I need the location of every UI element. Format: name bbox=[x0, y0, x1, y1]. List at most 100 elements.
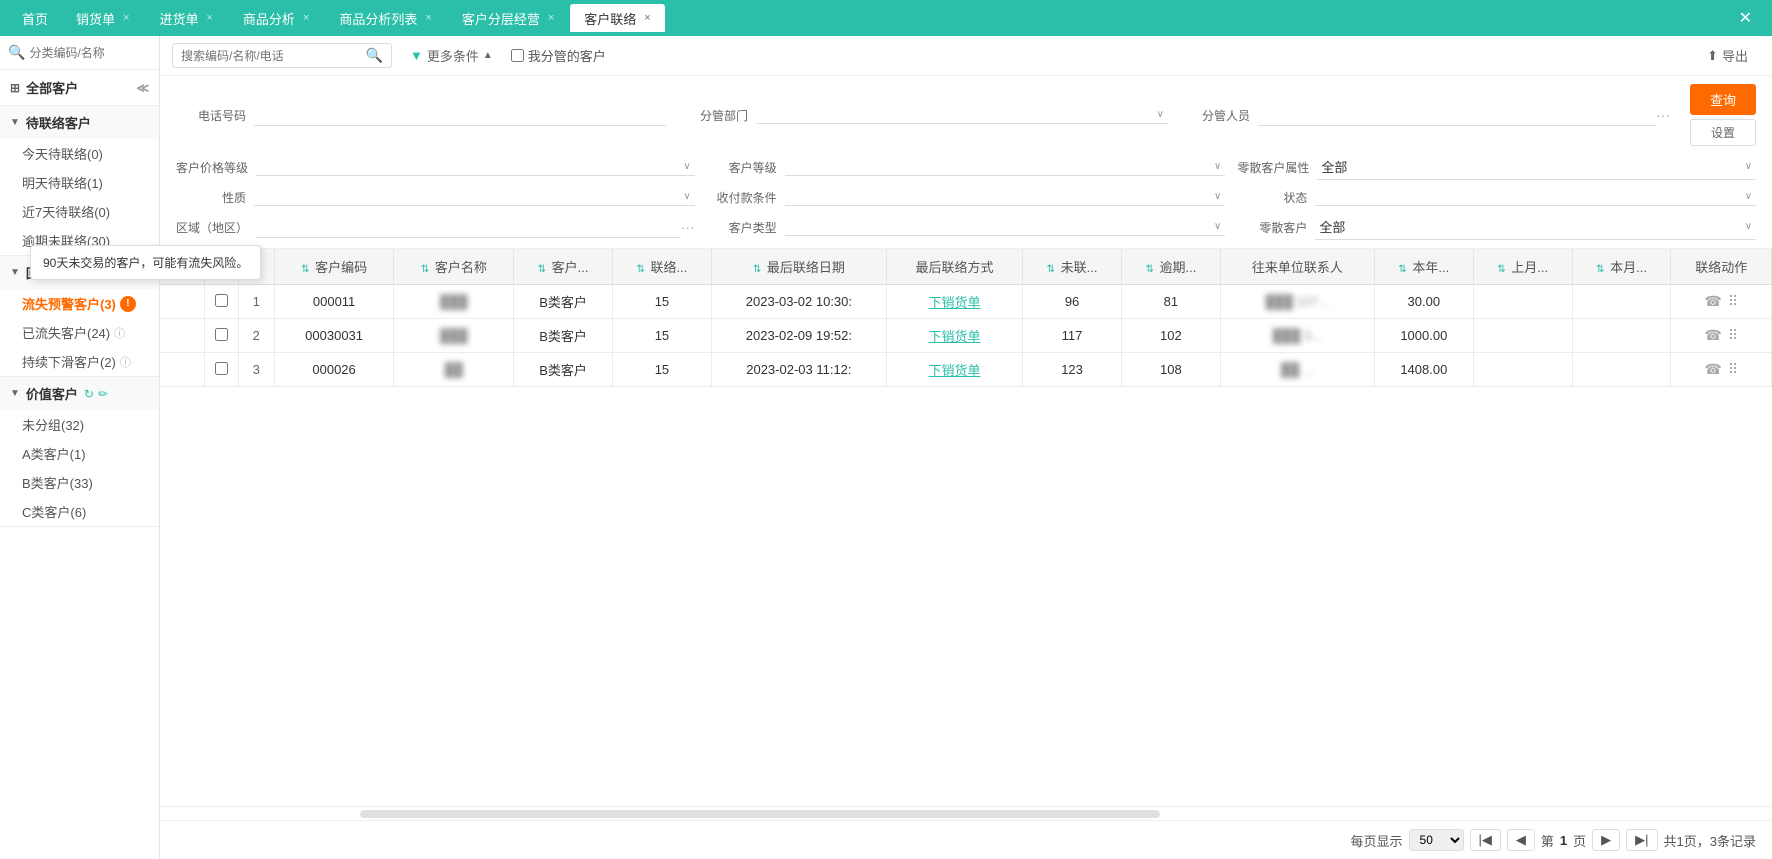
contact-action-icon[interactable]: ☎ bbox=[1704, 293, 1721, 310]
more-action-icon[interactable]: ⠿ bbox=[1728, 361, 1738, 378]
retail-attr-select[interactable]: 全部 ∨ bbox=[1317, 154, 1756, 180]
sidebar-item-churn-warning[interactable]: 流失预警客户(3) ! bbox=[0, 289, 159, 318]
type-col-header[interactable]: ⇅ 客户... bbox=[514, 249, 613, 285]
first-page-button[interactable]: |◀ bbox=[1470, 829, 1501, 851]
tab-analysis-list[interactable]: 商品分析列表 × bbox=[325, 4, 445, 32]
payment-select[interactable]: ∨ bbox=[785, 188, 1226, 206]
close-sales-tab[interactable]: × bbox=[123, 12, 129, 24]
sort-icon4: ⇅ bbox=[637, 264, 645, 275]
retail-customer-select[interactable]: 全部 ∨ bbox=[1315, 214, 1756, 240]
window-close-button[interactable]: ✕ bbox=[1727, 8, 1764, 28]
sidebar-group-pending-title[interactable]: ▼ 待联络客户 bbox=[0, 106, 159, 139]
customer-level-select[interactable]: ∨ bbox=[785, 158, 1226, 176]
sidebar-item-churned[interactable]: 已流失客户(24) ⓘ bbox=[0, 318, 159, 347]
last-method-col-header[interactable]: 最后联络方式 bbox=[886, 249, 1022, 285]
status-select[interactable]: ∨ bbox=[1315, 188, 1756, 206]
collapse-icon: ≪ bbox=[136, 81, 149, 95]
num-cell: 2 bbox=[238, 319, 274, 353]
close-analysis-tab[interactable]: × bbox=[303, 12, 309, 24]
num-cell: 3 bbox=[238, 353, 274, 387]
code-cell: 000011 bbox=[274, 285, 394, 319]
contact-action-icon[interactable]: ☎ bbox=[1704, 327, 1721, 344]
query-button[interactable]: 查询 bbox=[1690, 84, 1756, 115]
value-edit-icon[interactable]: ✏ bbox=[98, 387, 108, 401]
table-row: 2 00030031 ███ B类客户 15 2023-02-09 19:52:… bbox=[160, 319, 1772, 353]
nature-select[interactable]: ∨ bbox=[254, 188, 695, 206]
tab-home[interactable]: 首页 bbox=[8, 9, 62, 28]
last-page-button[interactable]: ▶| bbox=[1626, 829, 1657, 851]
sidebar-item-today[interactable]: 今天待联络(0) bbox=[0, 139, 159, 168]
sidebar-search-input[interactable] bbox=[29, 46, 151, 60]
price-tier-select[interactable]: ∨ bbox=[256, 158, 695, 176]
contact-col-header[interactable]: ⇅ 联络... bbox=[613, 249, 712, 285]
prev-page-button[interactable]: ◀ bbox=[1507, 829, 1535, 851]
sidebar-item-class-a[interactable]: A类客户(1) bbox=[0, 439, 159, 468]
table-body: 1 000011 ███ B类客户 15 2023-03-02 10:30: 下… bbox=[160, 285, 1772, 387]
manager-input[interactable] bbox=[1258, 105, 1656, 126]
chevron-down-icon: ∨ bbox=[1157, 109, 1164, 120]
my-customers-checkbox[interactable] bbox=[511, 49, 524, 62]
horizontal-scrollbar[interactable] bbox=[160, 806, 1772, 820]
last-method-cell[interactable]: 下销货单 bbox=[886, 353, 1022, 387]
next-page-button[interactable]: ▶ bbox=[1592, 829, 1620, 851]
tab-analysis[interactable]: 商品分析 × bbox=[229, 4, 323, 32]
this-year-col-header[interactable]: ⇅ 本年... bbox=[1374, 249, 1473, 285]
close-purchase-tab[interactable]: × bbox=[206, 12, 212, 24]
sidebar-item-tomorrow[interactable]: 明天待联络(1) bbox=[0, 168, 159, 197]
last-month-col-header[interactable]: ⇅ 上月... bbox=[1473, 249, 1572, 285]
sidebar-item-7days[interactable]: 近7天待联络(0) bbox=[0, 197, 159, 226]
contact-cell: 15 bbox=[613, 319, 712, 353]
region-input[interactable] bbox=[256, 217, 681, 238]
uncontacted-col-header[interactable]: ⇅ 未联... bbox=[1023, 249, 1122, 285]
row-checkbox-cell[interactable] bbox=[204, 319, 238, 353]
row-checkbox[interactable] bbox=[215, 362, 228, 375]
more-action-icon[interactable]: ⠿ bbox=[1728, 293, 1738, 310]
more-conditions-button[interactable]: ▼ 更多条件 ▲ bbox=[400, 42, 503, 69]
my-customers-label[interactable]: 我分管的客户 bbox=[511, 46, 606, 65]
more-action-icon[interactable]: ⠿ bbox=[1728, 327, 1738, 344]
action-cell: ☎ ⠿ bbox=[1671, 319, 1772, 353]
row-checkbox-cell[interactable] bbox=[204, 285, 238, 319]
per-page-select[interactable]: 50 100 200 bbox=[1409, 829, 1464, 851]
search-input[interactable] bbox=[181, 49, 362, 63]
settings-button[interactable]: 设置 bbox=[1690, 119, 1756, 146]
unit-contact-cell: ███ 107... bbox=[1220, 285, 1374, 319]
search-icon[interactable]: 🔍 bbox=[366, 47, 383, 64]
contact-action-icon[interactable]: ☎ bbox=[1704, 361, 1721, 378]
row-checkbox[interactable] bbox=[215, 294, 228, 307]
last-method-cell[interactable]: 下销货单 bbox=[886, 285, 1022, 319]
tab-purchase[interactable]: 进货单 × bbox=[145, 4, 226, 32]
manager-more-icon[interactable]: ··· bbox=[1656, 107, 1670, 123]
value-refresh-icon[interactable]: ↻ bbox=[84, 387, 94, 401]
overdue-col-header[interactable]: ⇅ 逾期... bbox=[1121, 249, 1220, 285]
close-customer-tier-tab[interactable]: × bbox=[548, 12, 554, 24]
export-button[interactable]: ⬆ 导出 bbox=[1695, 42, 1760, 69]
unit-contact-col-header[interactable]: 往来单位联系人 bbox=[1220, 249, 1374, 285]
phone-input[interactable] bbox=[254, 105, 666, 126]
name-col-header[interactable]: ⇅ 客户名称 bbox=[394, 249, 514, 285]
customer-type-select[interactable]: ∨ bbox=[785, 218, 1226, 236]
last-date-col-header[interactable]: ⇅ 最后联络日期 bbox=[711, 249, 886, 285]
close-analysis-list-tab[interactable]: × bbox=[425, 12, 431, 24]
sidebar-item-class-c[interactable]: C类客户(6) bbox=[0, 497, 159, 526]
sidebar-group-value-title[interactable]: ▼ 价值客户 ↻ ✏ bbox=[0, 377, 159, 410]
tab-customer-contact[interactable]: 客户联络 × bbox=[570, 4, 664, 32]
settings-cell bbox=[160, 285, 204, 319]
code-col-header[interactable]: ⇅ 客户编码 bbox=[274, 249, 394, 285]
region-more-icon[interactable]: ··· bbox=[681, 219, 695, 235]
close-customer-contact-tab[interactable]: × bbox=[644, 12, 650, 24]
row-checkbox-cell[interactable] bbox=[204, 353, 238, 387]
this-month-col-header[interactable]: ⇅ 本月... bbox=[1572, 249, 1671, 285]
sidebar-item-class-b[interactable]: B类客户(33) bbox=[0, 468, 159, 497]
row-checkbox[interactable] bbox=[215, 328, 228, 341]
chevron-down-icon5: ∨ bbox=[683, 191, 690, 202]
grid-icon: ⊞ bbox=[10, 81, 20, 95]
tab-customer-tier[interactable]: 客户分层经营 × bbox=[448, 4, 568, 32]
last-method-cell[interactable]: 下销货单 bbox=[886, 319, 1022, 353]
tab-sales[interactable]: 销货单 × bbox=[62, 4, 143, 32]
dept-select[interactable]: ∨ bbox=[756, 106, 1168, 124]
filter-retail-customer: 零散客户 全部 ∨ bbox=[1237, 214, 1756, 240]
sidebar-all-customers[interactable]: ⊞ 全部客户 ≪ bbox=[0, 70, 159, 106]
sidebar-item-declining[interactable]: 持续下滑客户(2) ⓘ bbox=[0, 347, 159, 376]
sidebar-item-unclassified[interactable]: 未分组(32) bbox=[0, 410, 159, 439]
